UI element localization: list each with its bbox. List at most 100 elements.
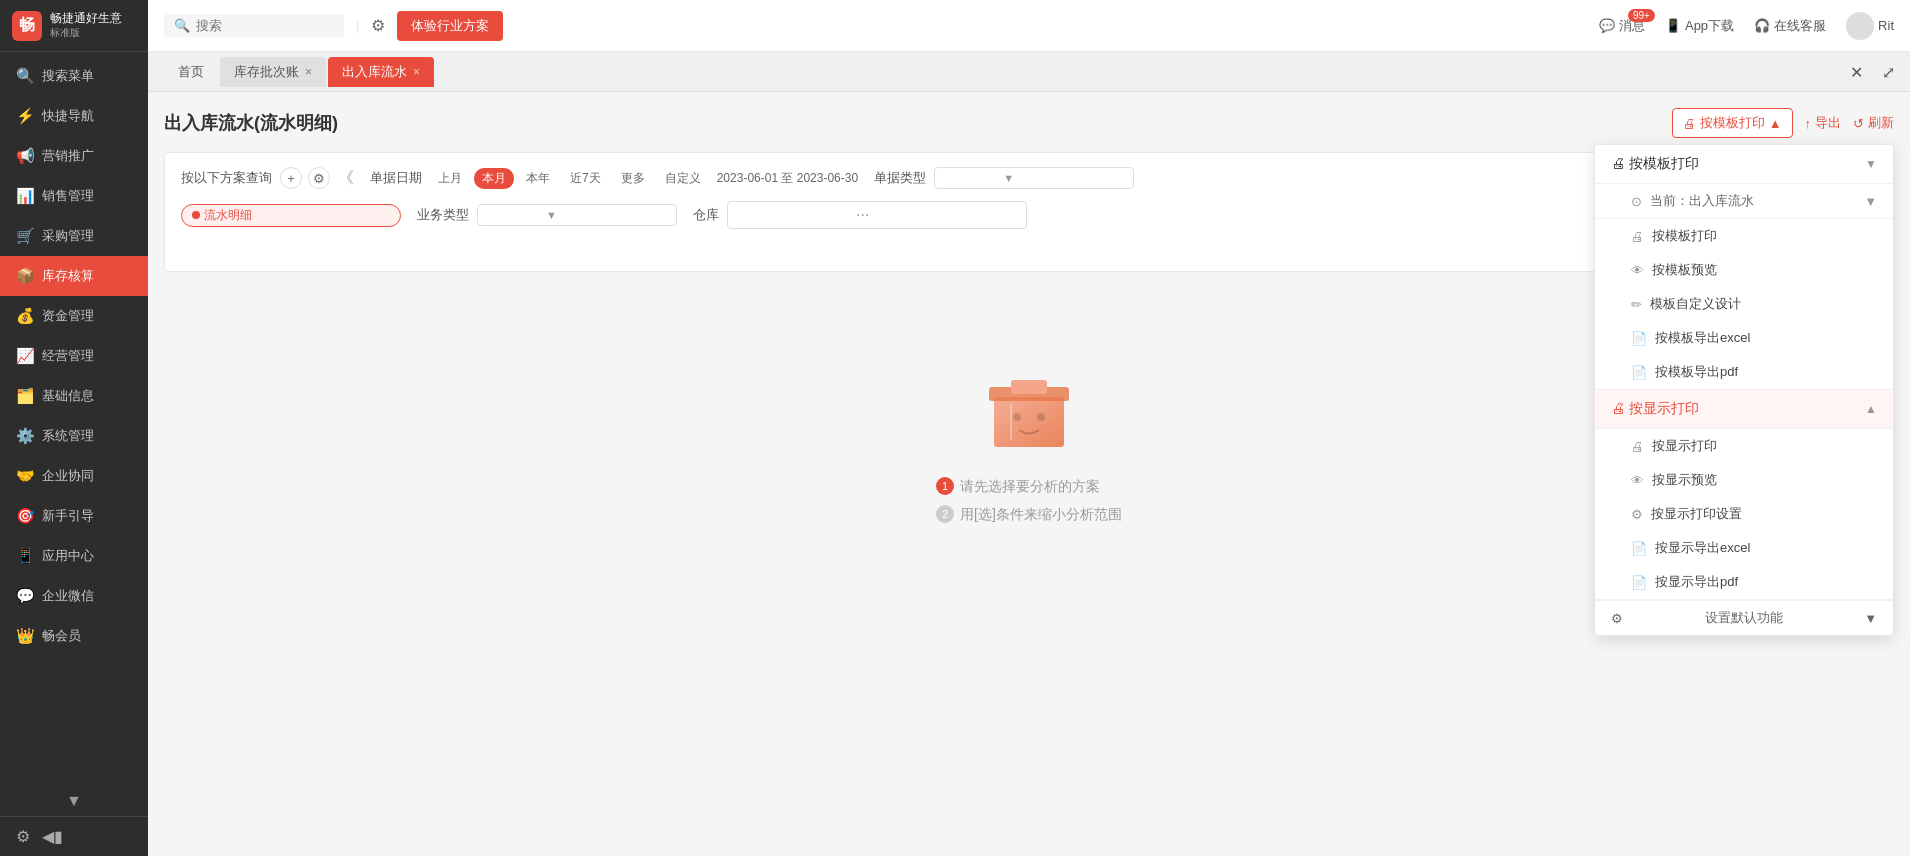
export-icon: ↑	[1805, 116, 1812, 131]
online-service-btn[interactable]: 🎧 在线客服	[1754, 17, 1826, 35]
date-tab-prev-month[interactable]: 上月	[430, 168, 470, 189]
dropdown-template-preview[interactable]: 👁 按模板预览	[1595, 253, 1893, 287]
topbar-settings-icon[interactable]: ⚙	[371, 16, 385, 35]
page-content: 出入库流水(流水明细) 🖨 按模板打印 ▲ ↑ 导出 ↺ 刷新	[148, 92, 1910, 856]
user-profile[interactable]: Rit	[1846, 12, 1894, 40]
sidebar-item-enterprise[interactable]: 🤝 企业协同	[0, 456, 148, 496]
tab-batch-account-label: 库存批次账	[234, 63, 299, 81]
tab-home[interactable]: 首页	[164, 57, 218, 87]
dropdown-arrow-icon: ▲	[1769, 116, 1782, 131]
collapse-sidebar-icon[interactable]: ◀▮	[42, 827, 63, 846]
warehouse-more-icon[interactable]: ···	[856, 206, 869, 224]
sidebar-item-operations[interactable]: 📈 经营管理	[0, 336, 148, 376]
warehouse-label: 仓库	[693, 206, 719, 224]
maximize-page-btn[interactable]: ⤢	[1874, 58, 1902, 86]
dropdown-footer[interactable]: ⚙ 设置默认功能 ▼	[1595, 600, 1893, 635]
app-download-label: App下载	[1685, 17, 1734, 35]
dropdown-display-print-settings[interactable]: ⚙ 按显示打印设置	[1595, 497, 1893, 531]
svg-point-5	[1037, 413, 1045, 421]
display-export-excel-icon: 📄	[1631, 541, 1647, 556]
template-preview-item-icon: 👁	[1631, 263, 1644, 278]
doc-type-select[interactable]: ▼	[934, 167, 1134, 189]
tab-inout-flow-close[interactable]: ×	[413, 65, 420, 79]
biz-type-label: 业务类型	[417, 206, 469, 224]
dropdown-template-export-excel[interactable]: 📄 按模板导出excel	[1595, 321, 1893, 355]
search-input[interactable]	[196, 18, 316, 33]
tab-batch-account-close[interactable]: ×	[305, 65, 312, 79]
app-icon: 📱	[1665, 18, 1681, 33]
dropdown-template-header[interactable]: 🖨 按模板打印 ▼	[1595, 145, 1893, 184]
page-title: 出入库流水(流水明细)	[164, 111, 338, 135]
template-print-item-label: 按模板打印	[1652, 227, 1717, 245]
export-btn[interactable]: ↑ 导出	[1805, 114, 1842, 132]
template-print-btn[interactable]: 🖨 按模板打印 ▲	[1672, 108, 1793, 138]
sidebar-scroll-down[interactable]: ▼	[0, 786, 148, 816]
display-export-pdf-label: 按显示导出pdf	[1655, 573, 1738, 591]
settings-bottom-icon[interactable]: ⚙	[16, 827, 30, 846]
tip-text-1: 请先选择要分析的方案	[960, 472, 1100, 500]
sidebar-item-marketing[interactable]: 📢 营销推广	[0, 136, 148, 176]
printer-dropdown-icon: 🖨	[1611, 155, 1625, 171]
dropdown-template-arrow: ▼	[1865, 157, 1877, 171]
sidebar-label-member: 畅会员	[42, 627, 81, 645]
date-tab-more[interactable]: 更多	[613, 168, 653, 189]
warehouse-select[interactable]: ···	[727, 201, 1027, 229]
svg-rect-0	[994, 397, 1064, 447]
set-default-label: 设置默认功能	[1705, 609, 1783, 627]
dropdown-template-custom[interactable]: ✏ 模板自定义设计	[1595, 287, 1893, 321]
topbar: 🔍 | ⚙ 体验行业方案 💬 消息 99+ 📱 App下载 🎧 在线客服 Rit	[148, 0, 1910, 52]
flow-tag-label: 流水明细	[204, 207, 252, 224]
biz-type-select[interactable]: ▼	[477, 204, 677, 226]
filter-settings-btn[interactable]: ⚙	[308, 167, 330, 189]
sidebar-item-guide[interactable]: 🎯 新手引导	[0, 496, 148, 536]
sidebar-item-purchase[interactable]: 🛒 采购管理	[0, 216, 148, 256]
tab-inout-flow[interactable]: 出入库流水 ×	[328, 57, 434, 87]
sidebar-item-search-menu[interactable]: 🔍 搜索菜单	[0, 56, 148, 96]
dropdown-display-print[interactable]: 🖨 按显示打印	[1595, 429, 1893, 463]
app-download-btn[interactable]: 📱 App下载	[1665, 17, 1734, 35]
filter-collapse-left-btn[interactable]: 《	[338, 168, 354, 189]
doc-type-label: 单据类型	[874, 169, 926, 187]
date-tab-last-7[interactable]: 近7天	[562, 168, 609, 189]
date-tab-custom[interactable]: 自定义	[657, 168, 709, 189]
display-export-excel-label: 按显示导出excel	[1655, 539, 1750, 557]
sidebar-item-member[interactable]: 👑 畅会员	[0, 616, 148, 656]
topbar-right: 💬 消息 99+ 📱 App下载 🎧 在线客服 Rit	[1599, 12, 1894, 40]
sidebar-icon-basic-info: 🗂️	[16, 387, 34, 405]
sidebar-label-marketing: 营销推广	[42, 147, 94, 165]
sidebar-item-app-center[interactable]: 📱 应用中心	[0, 536, 148, 576]
sidebar-item-system[interactable]: ⚙️ 系统管理	[0, 416, 148, 456]
dropdown-display-header[interactable]: 🖨 按显示打印 ▲	[1595, 390, 1893, 429]
display-print-item-label: 按显示打印	[1652, 437, 1717, 455]
dropdown-display-arrow: ▲	[1865, 402, 1877, 416]
online-service-label: 在线客服	[1774, 17, 1826, 35]
template-custom-item-icon: ✏	[1631, 297, 1642, 312]
sidebar-label-purchase: 采购管理	[42, 227, 94, 245]
tab-batch-account[interactable]: 库存批次账 ×	[220, 57, 326, 87]
dropdown-display-preview[interactable]: 👁 按显示预览	[1595, 463, 1893, 497]
svg-rect-2	[1011, 380, 1047, 394]
sidebar-item-sales[interactable]: 📊 销售管理	[0, 176, 148, 216]
dropdown-display-export-excel[interactable]: 📄 按显示导出excel	[1595, 531, 1893, 565]
warehouse-filter-field: 仓库 ···	[693, 201, 1027, 229]
sidebar-item-wechat[interactable]: 💬 企业微信	[0, 576, 148, 616]
dropdown-template-print[interactable]: 🖨 按模板打印	[1595, 219, 1893, 253]
sidebar-item-quick-nav[interactable]: ⚡ 快捷导航	[0, 96, 148, 136]
tab-home-label: 首页	[178, 63, 204, 81]
filter-add-btn[interactable]: +	[280, 167, 302, 189]
sidebar-item-finance[interactable]: 💰 资金管理	[0, 296, 148, 336]
refresh-btn[interactable]: ↺ 刷新	[1853, 114, 1894, 132]
close-page-btn[interactable]: ✕	[1842, 58, 1870, 86]
sidebar-label-wechat: 企业微信	[42, 587, 94, 605]
dropdown-current-template[interactable]: ⊙ 当前：出入库流水 ▼	[1595, 184, 1893, 219]
date-tab-this-month[interactable]: 本月	[474, 168, 514, 189]
trial-btn[interactable]: 体验行业方案	[397, 11, 503, 41]
dropdown-template-export-pdf[interactable]: 📄 按模板导出pdf	[1595, 355, 1893, 389]
messages-btn[interactable]: 💬 消息 99+	[1599, 17, 1645, 35]
sidebar-item-basic-info[interactable]: 🗂️ 基础信息	[0, 376, 148, 416]
sidebar-label-search-menu: 搜索菜单	[42, 67, 94, 85]
tip-num-2: 2	[936, 505, 954, 523]
date-tab-this-year[interactable]: 本年	[518, 168, 558, 189]
sidebar-item-inventory[interactable]: 📦 库存核算	[0, 256, 148, 296]
dropdown-display-export-pdf[interactable]: 📄 按显示导出pdf	[1595, 565, 1893, 599]
